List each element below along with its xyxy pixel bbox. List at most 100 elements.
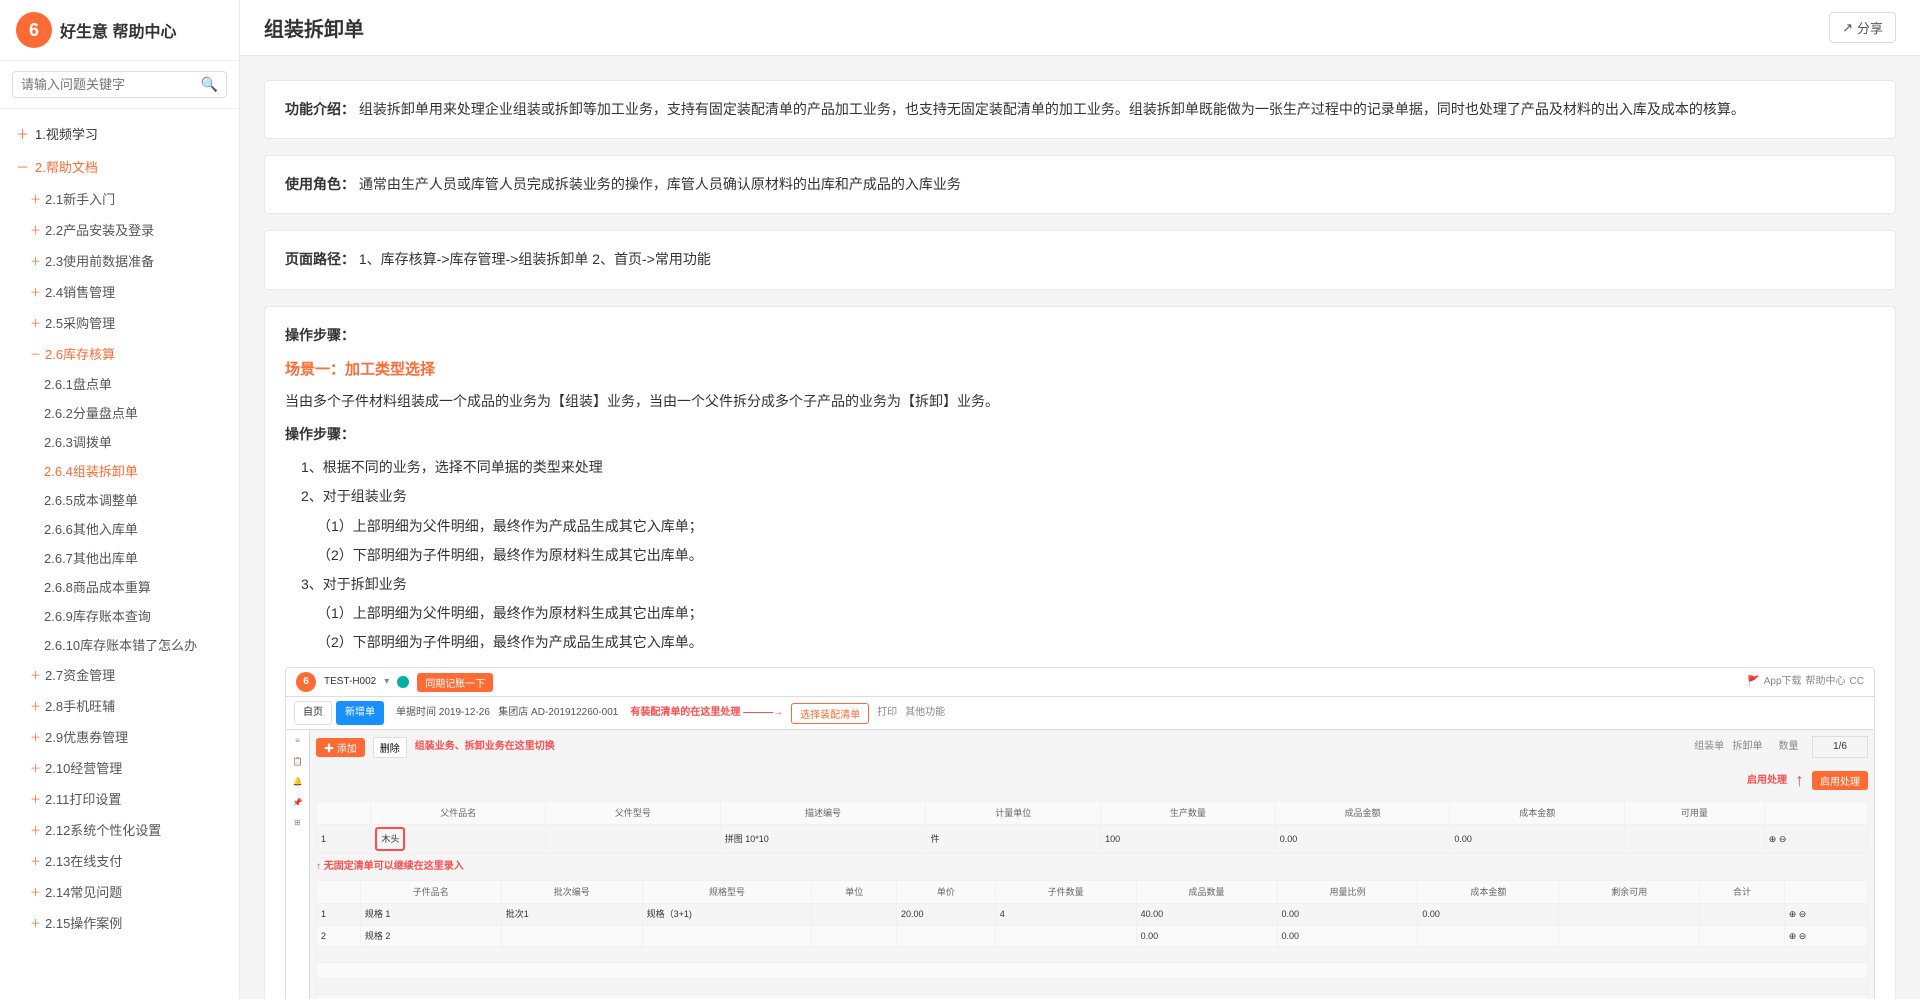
plus-icon-sales: ＋ [30, 284, 41, 300]
step1: 1、根据不同的业务，选择不同单据的类型来处理 [301, 455, 1875, 480]
annotation-type-switch: 组装业务、拆卸业务在这里切换 [415, 738, 555, 756]
annotation-bom: 有装配清单的在这里处理 ———→ [630, 704, 783, 722]
plus-icon-purchase: ＋ [30, 315, 41, 331]
col-parent-model: 父件型号 [546, 801, 721, 824]
sidebar-item-ledger-error[interactable]: 2.6.10库存账本错了怎么办 [0, 630, 239, 659]
sidebar-header: 6 好生意 帮助中心 [0, 0, 239, 61]
sidebar-item-data[interactable]: ＋ 2.3使用前数据准备 [0, 245, 239, 276]
content-area: 功能介绍： 组装拆卸单用来处理企业组装或拆卸等加工业务，支持有固定装配清单的产品… [240, 56, 1920, 999]
sidebar-item-assembly[interactable]: 2.6.4组装拆卸单 [0, 456, 239, 485]
mock-tab-home[interactable]: 自页 [294, 701, 332, 725]
sidebar-item-funds[interactable]: ＋ 2.7资金管理 [0, 659, 239, 690]
site-title: 好生意 帮助中心 [60, 18, 176, 42]
steps-title: 操作步骤： [285, 323, 1875, 348]
plus-icon-ops: ＋ [30, 760, 41, 776]
scene1-title: 场景一：加工类型选择 [285, 356, 1875, 383]
plus-icon-mobile: ＋ [30, 698, 41, 714]
col-parent-name: 父件品名 [371, 801, 546, 824]
sidebar-item-purchase[interactable]: ＋ 2.5采购管理 [0, 307, 239, 338]
sidebar-item-inventory[interactable]: － 2.6库存核算 [0, 338, 239, 369]
annotation-no-bom: ↑ 无固定清单可以继续在这里录入 [316, 861, 464, 872]
logo-icon: 6 [16, 12, 52, 48]
mock-enable-btn[interactable]: 启用处理 [1812, 771, 1868, 790]
sidebar-item-new[interactable]: ＋ 2.1新手入门 [0, 183, 239, 214]
plus-icon-system: ＋ [30, 822, 41, 838]
scene1-desc: 当由多个子件材料组装成一个成品的业务为【组装】业务，当由一个父件拆分成多个子产品… [285, 389, 1875, 414]
search-box[interactable]: 🔍 [12, 71, 227, 98]
col-unit: 计量单位 [926, 801, 1101, 824]
main-area: 组装拆卸单 ↗ 分享 功能介绍： 组装拆卸单用来处理企业组装或拆卸等加工业务，支… [240, 0, 1920, 999]
sidebar-item-faq[interactable]: ＋ 2.14常见问题 [0, 876, 239, 907]
mock-content-area: ≡ 📋 🔔 📌 ⊞ ✚ 添加 删除 组装业务、 [286, 730, 1874, 999]
table-row [317, 978, 1868, 994]
minus-icon-inventory: － [30, 346, 41, 362]
intro-text: 组装拆卸单用来处理企业组装或拆卸等加工业务，支持有固定装配清单的产品加工业务，也… [359, 101, 1745, 117]
table-row: 1 规格 1 批次1 规格（3+1) 20.00 4 40.00 0.00 [317, 904, 1868, 925]
share-button[interactable]: ↗ 分享 [1829, 12, 1896, 43]
col-avail: 可用量 [1625, 801, 1765, 824]
mock-newdoc-btn[interactable]: 同期记账一下 [417, 673, 493, 692]
plus-icon-faq: ＋ [30, 884, 41, 900]
sidebar-item-system[interactable]: ＋ 2.12系统个性化设置 [0, 814, 239, 845]
plus-icon-cases: ＋ [30, 915, 41, 931]
sidebar-item-cost[interactable]: 2.6.5成本调整单 [0, 485, 239, 514]
mock-sidebar-icon-3: 🔔 [293, 775, 303, 789]
plus-icon-install: ＋ [30, 222, 41, 238]
sidebar-item-goods-cost[interactable]: 2.6.8商品成本重算 [0, 572, 239, 601]
sidebar: 6 好生意 帮助中心 🔍 ＋ 1.视频学习 － 2.帮助文档 ＋ 2.1新手入门… [0, 0, 240, 999]
sidebar-item-docs[interactable]: － 2.帮助文档 [0, 150, 239, 183]
sidebar-item-other-out[interactable]: 2.6.7其他出库单 [0, 543, 239, 572]
table-row [317, 962, 1868, 978]
path-label: 页面路径： [285, 251, 355, 267]
step3-sub2: （2）下部明细为子件明细，最终作为产成品生成其它入库单。 [317, 630, 1875, 655]
mock-delete-btn[interactable]: 删除 [373, 737, 407, 758]
step3: 3、对于拆卸业务 [301, 572, 1875, 597]
plus-icon-data: ＋ [30, 253, 41, 269]
path-text: 1、库存核算->库存管理->组装拆卸单 2、首页->常用功能 [359, 251, 711, 267]
step2-sub2: （2）下部明细为子件明细，最终作为原材料生成其它出库单。 [317, 543, 1875, 568]
sidebar-item-sales[interactable]: ＋ 2.4销售管理 [0, 276, 239, 307]
search-input[interactable] [21, 77, 201, 92]
expand-icon-docs: － [16, 157, 29, 176]
sidebar-item-video[interactable]: ＋ 1.视频学习 [0, 117, 239, 150]
sidebar-item-partial[interactable]: 2.6.2分量盘点单 [0, 398, 239, 427]
mock-tab-assembly[interactable]: 新增单 [336, 701, 384, 725]
mock-logo-icon: 6 [296, 672, 316, 692]
plus-icon-payment: ＋ [30, 853, 41, 869]
sidebar-item-install[interactable]: ＋ 2.2产品安装及登录 [0, 214, 239, 245]
mock-parent-table: 父件品名 父件型号 描述编号 计量单位 生产数量 成品金额 成本金额 可用量 [316, 801, 1868, 854]
mock-help-icon: 帮助中心 [1806, 673, 1846, 691]
sidebar-label-video: 1.视频学习 [35, 124, 98, 143]
role-card: 使用角色： 通常由生产人员或库管人员完成拆装业务的操作，库管人员确认原材料的出库… [264, 155, 1896, 214]
sidebar-item-ops[interactable]: ＋ 2.10经营管理 [0, 752, 239, 783]
sidebar-item-print[interactable]: ＋ 2.11打印设置 [0, 783, 239, 814]
mock-titlebar: TEST-H002 [324, 673, 376, 691]
mock-app: 6 TEST-H002 ▾ 同期记账一下 🚩 App下载 帮助中心 CC [286, 668, 1874, 999]
sidebar-search-area: 🔍 [0, 61, 239, 109]
sidebar-item-stocktake[interactable]: 2.6.1盘点单 [0, 369, 239, 398]
mock-select-bom-btn[interactable]: 选择装配清单 [791, 703, 869, 724]
sidebar-item-other-in[interactable]: 2.6.6其他入库单 [0, 514, 239, 543]
mock-user-icon: CC [1850, 673, 1864, 691]
mock-sidebar-icon-1: ≡ [295, 734, 300, 748]
scene1-steps-title: 操作步骤： [285, 422, 1875, 447]
col-cost: 成本金额 [1450, 801, 1625, 824]
sidebar-item-payment[interactable]: ＋ 2.13在线支付 [0, 845, 239, 876]
plus-icon-coupon: ＋ [30, 729, 41, 745]
sidebar-item-ledger-query[interactable]: 2.6.9库存账本查询 [0, 601, 239, 630]
sidebar-item-coupon[interactable]: ＋ 2.9优惠券管理 [0, 721, 239, 752]
table-row [317, 994, 1868, 999]
expand-icon-video: ＋ [16, 124, 29, 143]
step3-sub1: （1）上部明细为父件明细，最终作为原材料生成其它出库单； [317, 601, 1875, 626]
sidebar-item-mobile[interactable]: ＋ 2.8手机旺辅 [0, 690, 239, 721]
mock-mini-sidebar: ≡ 📋 🔔 📌 ⊞ [286, 730, 310, 999]
search-icon[interactable]: 🔍 [201, 76, 218, 93]
mock-add-btn[interactable]: ✚ 添加 [316, 738, 365, 757]
sidebar-item-cases[interactable]: ＋ 2.15操作案例 [0, 907, 239, 938]
path-card: 页面路径： 1、库存核算->库存管理->组装拆卸单 2、首页->常用功能 [264, 230, 1896, 289]
sidebar-item-adjust[interactable]: 2.6.3调拨单 [0, 427, 239, 456]
mock-top-icons: 🚩 App下载 帮助中心 CC [1747, 673, 1864, 691]
share-icon: ↗ [1842, 20, 1853, 36]
mock-sidebar-icon-5: ⊞ [294, 816, 301, 830]
role-text: 通常由生产人员或库管人员完成拆装业务的操作，库管人员确认原材料的出库和产成品的入… [359, 176, 961, 192]
